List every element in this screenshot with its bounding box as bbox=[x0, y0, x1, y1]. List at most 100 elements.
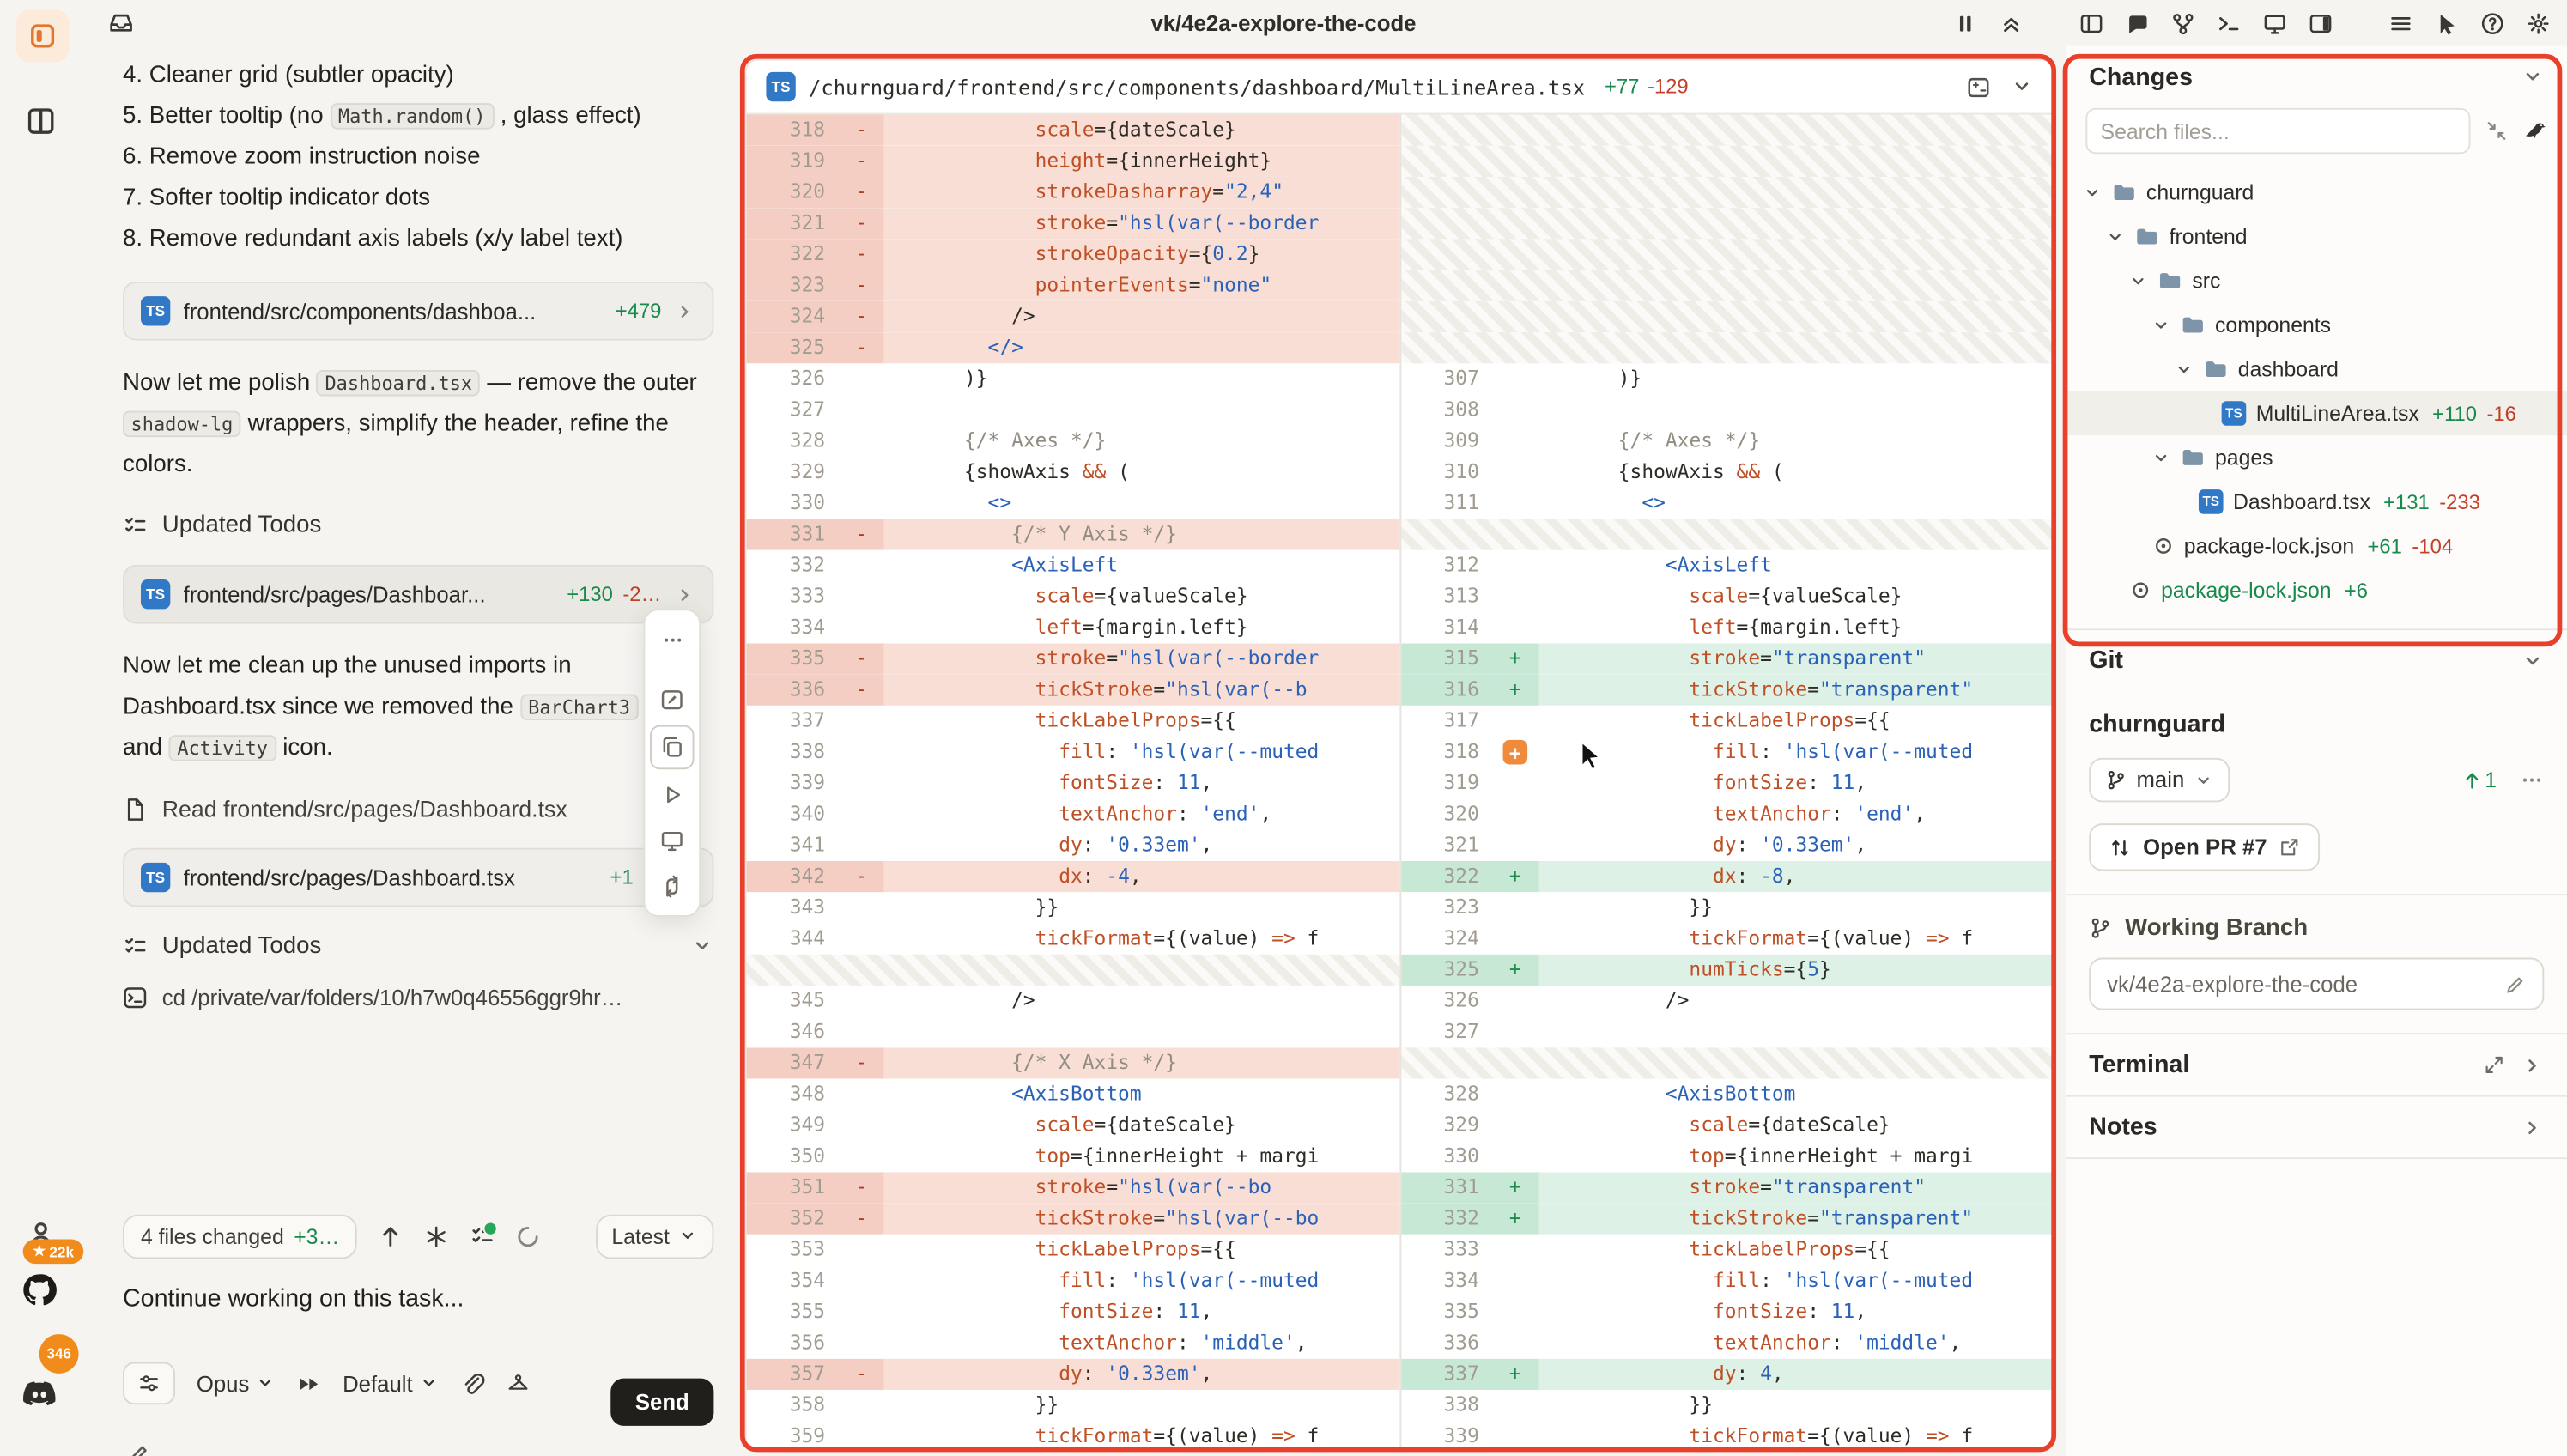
integrations-icon[interactable] bbox=[506, 1371, 531, 1396]
updated-todos-row[interactable]: Updated Todos bbox=[123, 513, 713, 539]
terminal-section-header[interactable]: Terminal bbox=[2066, 1034, 2567, 1095]
package-icon bbox=[2130, 579, 2151, 601]
tree-folder-dashboard[interactable]: dashboard bbox=[2066, 347, 2567, 391]
diff-row: 349 scale={dateScale}329 scale={dateScal… bbox=[747, 1110, 2054, 1141]
files-changed-pill[interactable]: 4 files changed +3… bbox=[123, 1214, 357, 1258]
chevron-right-icon[interactable] bbox=[2521, 1116, 2545, 1139]
chevron-down-icon[interactable] bbox=[2174, 360, 2194, 379]
chevron-down-icon bbox=[2194, 770, 2214, 790]
pointer-icon[interactable] bbox=[2435, 10, 2460, 35]
chevron-down-icon[interactable] bbox=[2521, 65, 2545, 88]
chevron-down-icon[interactable] bbox=[2521, 649, 2545, 672]
collapse-tree-icon[interactable] bbox=[2485, 119, 2509, 143]
send-button[interactable]: Send bbox=[610, 1378, 713, 1425]
package-icon bbox=[2153, 536, 2175, 557]
attach-icon[interactable] bbox=[460, 1371, 485, 1396]
diff-row: 338 fill: 'hsl(var(--muted318+ fill: 'hs… bbox=[747, 737, 2054, 767]
board-icon[interactable] bbox=[25, 105, 58, 137]
file-chip-dashboard-component[interactable]: TS frontend/src/components/dashboa... +4… bbox=[123, 282, 713, 341]
updated-todos-row-2[interactable]: Updated Todos bbox=[123, 933, 713, 960]
copy-button[interactable] bbox=[650, 725, 694, 769]
terminal-command-row[interactable]: cd /private/var/folders/10/h7w0q46556ggr… bbox=[123, 986, 713, 1010]
arrow-up-icon[interactable] bbox=[379, 1223, 404, 1248]
diff-body[interactable]: 318- scale={dateScale}319- height={inner… bbox=[747, 114, 2054, 1448]
chevron-down-icon[interactable] bbox=[2151, 448, 2171, 468]
tree-file-Dashboard.tsx[interactable]: TSDashboard.tsx+131-233 bbox=[2066, 480, 2567, 524]
terminal-icon[interactable] bbox=[2217, 10, 2242, 35]
chat-settings-button[interactable] bbox=[123, 1362, 175, 1405]
chat-paragraph: Now let me polish Dashboard.tsx — remove… bbox=[123, 363, 713, 486]
todo-status-icon[interactable] bbox=[470, 1223, 495, 1248]
file-chip-dashboard-page[interactable]: TS frontend/src/pages/Dashboar... +130-2… bbox=[123, 565, 713, 624]
chevron-down-icon[interactable] bbox=[2083, 183, 2103, 203]
chat-list-item: 5. Better tooltip (no Math.random() , gl… bbox=[123, 97, 713, 138]
preview-button[interactable] bbox=[652, 820, 693, 861]
display-icon[interactable] bbox=[2262, 10, 2287, 35]
chat-bubble-icon[interactable] bbox=[2125, 10, 2150, 35]
panel-right-icon[interactable] bbox=[2309, 10, 2333, 35]
mode-dropdown[interactable]: Default bbox=[343, 1371, 439, 1396]
open-pr-button[interactable]: Open PR #7 bbox=[2089, 823, 2319, 871]
compare-button[interactable] bbox=[652, 866, 693, 907]
tree-file-package-lock.json[interactable]: package-lock.json+6 bbox=[2066, 568, 2567, 612]
tree-file-MultiLineArea.tsx[interactable]: TSMultiLineArea.tsx+110-16 bbox=[2066, 391, 2567, 435]
pause-icon[interactable] bbox=[1953, 10, 1978, 35]
tree-folder-frontend[interactable]: frontend bbox=[2066, 215, 2567, 258]
model-dropdown[interactable]: Opus bbox=[197, 1371, 276, 1396]
inbox-tray-icon[interactable] bbox=[108, 9, 135, 36]
chevron-down-icon[interactable] bbox=[2105, 227, 2125, 246]
tree-folder-src[interactable]: src bbox=[2066, 258, 2567, 302]
tree-file-package-lock.json[interactable]: package-lock.json+61-104 bbox=[2066, 524, 2567, 567]
add-comment-button[interactable]: + bbox=[1503, 740, 1528, 765]
collapse-all-icon[interactable] bbox=[1999, 10, 2024, 35]
file-tree: churnguardfrontendsrccomponentsdashboard… bbox=[2066, 167, 2567, 629]
git-network-icon[interactable] bbox=[2171, 10, 2196, 35]
tree-folder-components[interactable]: components bbox=[2066, 303, 2567, 347]
github-icon[interactable] bbox=[20, 1271, 59, 1310]
latest-dropdown[interactable]: Latest bbox=[595, 1214, 713, 1258]
terminal-chip-icon bbox=[123, 986, 148, 1010]
edit-icon[interactable] bbox=[126, 1441, 151, 1456]
chat-messages[interactable]: 4. Cleaner grid (subtler opacity) 5. Bet… bbox=[123, 56, 713, 1207]
chevron-down-icon[interactable] bbox=[2151, 315, 2171, 335]
tree-folder-churnguard[interactable]: churnguard bbox=[2066, 170, 2567, 214]
expand-icon[interactable] bbox=[2484, 1054, 2505, 1076]
panel-left-icon[interactable] bbox=[2079, 10, 2104, 35]
tree-folder-pages[interactable]: pages bbox=[2066, 435, 2567, 479]
fast-forward-icon[interactable] bbox=[297, 1371, 322, 1396]
annotate-button[interactable] bbox=[652, 679, 693, 720]
more-options-button[interactable] bbox=[652, 619, 693, 660]
diff-view-icon[interactable] bbox=[1966, 75, 1991, 100]
chevron-down-icon[interactable] bbox=[2011, 76, 2034, 99]
menu-icon[interactable] bbox=[2388, 10, 2413, 35]
diff-row: 352- tickStroke="hsl(var(--bo332+ tickSt… bbox=[747, 1204, 2054, 1235]
floating-toolbar bbox=[643, 609, 701, 916]
message-input[interactable]: Continue working on this task... bbox=[123, 1284, 713, 1312]
changes-header[interactable]: Changes bbox=[2066, 46, 2567, 107]
settings-gear-icon[interactable] bbox=[2526, 10, 2551, 35]
repo-name: churnguard bbox=[2089, 711, 2544, 738]
chevron-right-icon[interactable] bbox=[2521, 1053, 2545, 1077]
more-options-icon[interactable] bbox=[2520, 767, 2545, 792]
file-chip-dashboard-page-2[interactable]: TS frontend/src/pages/Dashboard.tsx +1-5 bbox=[123, 848, 713, 907]
notes-section-header[interactable]: Notes bbox=[2066, 1097, 2567, 1158]
chevron-down-icon[interactable] bbox=[691, 935, 714, 958]
pull-request-icon bbox=[2109, 835, 2132, 858]
edit-pencil-icon[interactable] bbox=[2505, 974, 2527, 995]
external-link-icon bbox=[2279, 836, 2300, 858]
branch-dropdown[interactable]: main bbox=[2089, 758, 2230, 802]
chevron-down-icon[interactable] bbox=[2128, 271, 2148, 291]
git-section: churnguard main 1 Open PR #7 bbox=[2066, 691, 2567, 894]
working-branch-input[interactable]: vk/4e2a-explore-the-code bbox=[2089, 958, 2544, 1010]
git-section-header[interactable]: Git bbox=[2066, 630, 2567, 691]
help-icon[interactable] bbox=[2480, 10, 2505, 35]
app-logo[interactable] bbox=[16, 9, 69, 62]
diff-row: 326 )}307 )} bbox=[747, 363, 2054, 394]
search-files-input[interactable] bbox=[2085, 108, 2470, 154]
discord-icon[interactable] bbox=[20, 1374, 59, 1413]
diff-row: 345 />326 /> bbox=[747, 986, 2054, 1016]
run-button[interactable] bbox=[652, 774, 693, 816]
bird-icon[interactable] bbox=[2523, 118, 2548, 143]
spark-icon[interactable] bbox=[424, 1223, 449, 1248]
read-file-row[interactable]: Read frontend/src/pages/Dashboard.tsx bbox=[123, 796, 713, 822]
